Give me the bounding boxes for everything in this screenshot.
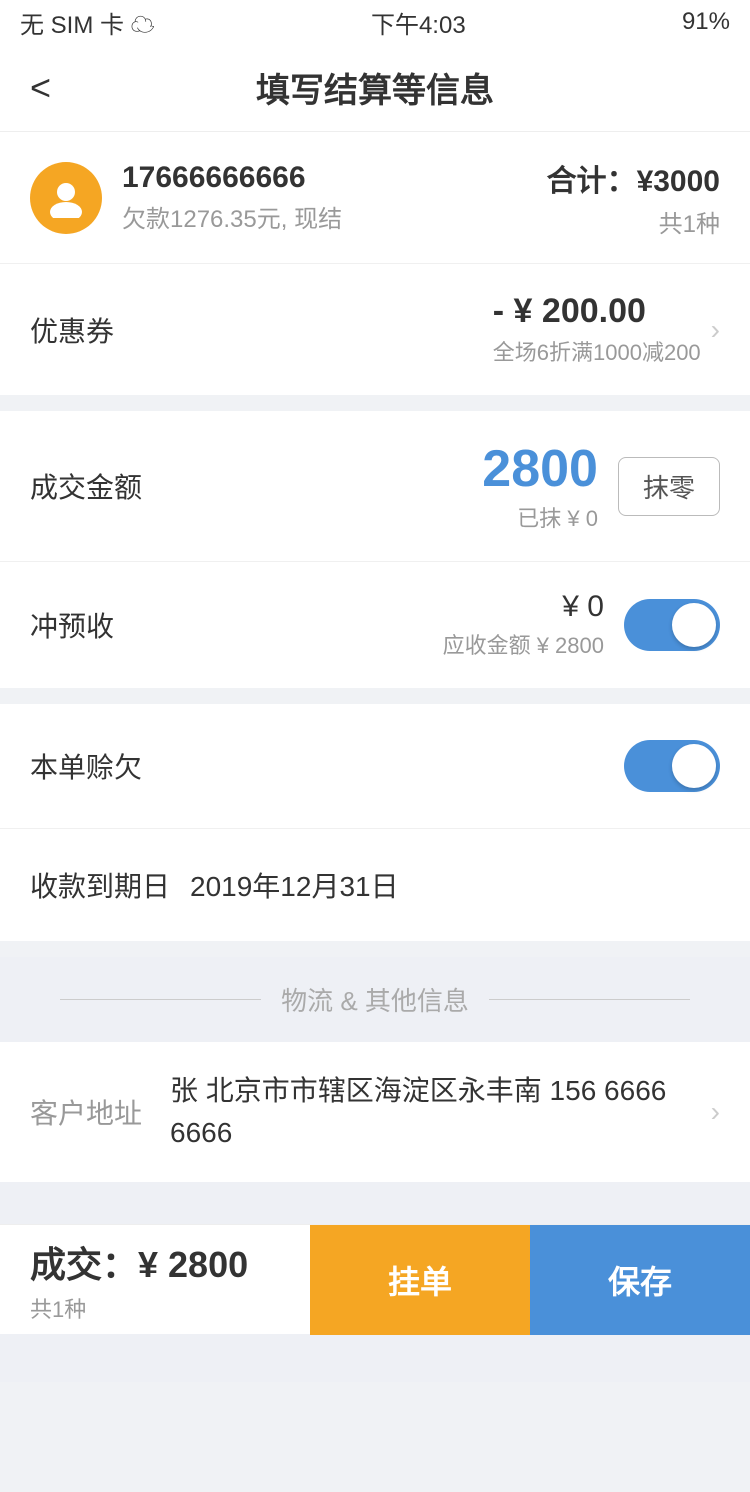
- debt-toggle-knob: [672, 744, 716, 788]
- prereceive-amount-block: ¥ 0 应收金额 ¥ 2800: [443, 590, 604, 660]
- deal-amount-row: 成交金额 2800 已抹 ¥ 0 抹零: [0, 411, 750, 561]
- avatar-icon: [46, 178, 86, 218]
- bottom-summary: 成交：¥ 2800 共1种: [0, 1236, 310, 1324]
- bottom-count: 共1种: [30, 1292, 280, 1324]
- divider-line-right: [489, 999, 690, 1000]
- coupon-row[interactable]: 优惠券 - ¥ 200.00 全场6折满1000减200 ›: [0, 263, 750, 395]
- total-amount: 合计：¥3000: [547, 156, 720, 200]
- sim-status: 无 SIM 卡 ☁: [20, 5, 155, 40]
- nav-bar: < 填写结算等信息: [0, 44, 750, 132]
- status-right: 91%: [682, 8, 730, 36]
- deal-amount-sub: 已抹 ¥ 0: [482, 501, 598, 533]
- customer-phone: 17666666666: [122, 161, 547, 195]
- bottom-deal: 成交：¥ 2800: [30, 1236, 280, 1288]
- prereceive-right: ¥ 0 应收金额 ¥ 2800: [443, 590, 720, 660]
- coupon-amount: - ¥ 200.00: [493, 292, 701, 331]
- prereceive-row: 冲预收 ¥ 0 应收金额 ¥ 2800: [0, 561, 750, 688]
- debt-row: 本单赊欠: [0, 704, 750, 828]
- prereceive-amount: ¥ 0: [443, 590, 604, 624]
- address-section: 客户地址 张 北京市市辖区海淀区永丰南 156 6666 6666 ›: [0, 1042, 750, 1182]
- prereceive-sub: 应收金额 ¥ 2800: [443, 628, 604, 660]
- save-button[interactable]: 保存: [530, 1225, 750, 1335]
- pending-button[interactable]: 挂单: [310, 1225, 530, 1335]
- customer-section: 17666666666 欠款1276.35元, 现结 合计：¥3000 共1种 …: [0, 132, 750, 395]
- debt-label: 本单赊欠: [30, 746, 624, 786]
- round-button[interactable]: 抹零: [618, 457, 720, 516]
- address-row[interactable]: 客户地址 张 北京市市辖区海淀区永丰南 156 6666 6666 ›: [0, 1042, 750, 1182]
- prereceive-label: 冲预收: [30, 605, 443, 645]
- duedate-row: 收款到期日 2019年12月31日: [0, 828, 750, 941]
- divider-text: 物流 & 其他信息: [281, 981, 469, 1018]
- debt-toggle[interactable]: [624, 740, 720, 792]
- status-time: 下午4:03: [371, 5, 466, 40]
- deal-amount-label: 成交金额: [30, 466, 482, 506]
- coupon-arrow: ›: [711, 314, 720, 346]
- deal-amount-value: 2800: [482, 439, 598, 499]
- logistics-divider: 物流 & 其他信息: [0, 957, 750, 1042]
- duedate-value: 2019年12月31日: [190, 865, 399, 905]
- deal-section: 成交金额 2800 已抹 ¥ 0 抹零 冲预收 ¥ 0 应收金额 ¥ 2800: [0, 411, 750, 688]
- address-label: 客户地址: [30, 1092, 170, 1132]
- avatar: [30, 162, 102, 234]
- duedate-label: 收款到期日: [30, 865, 170, 905]
- debt-section: 本单赊欠 收款到期日 2019年12月31日: [0, 704, 750, 941]
- bottom-bar: 成交：¥ 2800 共1种 挂单 保存: [0, 1224, 750, 1334]
- battery-status: 91%: [682, 8, 730, 36]
- customer-info: 17666666666 欠款1276.35元, 现结: [122, 161, 547, 234]
- back-button[interactable]: <: [30, 67, 51, 109]
- status-bar: 无 SIM 卡 ☁ 下午4:03 91%: [0, 0, 750, 44]
- deal-right: 2800 已抹 ¥ 0 抹零: [482, 439, 720, 533]
- coupon-label: 优惠券: [30, 310, 493, 350]
- page-title: 填写结算等信息: [256, 63, 494, 112]
- coupon-sub: 全场6折满1000减200: [493, 335, 701, 367]
- customer-sub: 欠款1276.35元, 现结: [122, 199, 547, 234]
- toggle-knob: [672, 603, 716, 647]
- address-arrow: ›: [711, 1096, 720, 1128]
- address-value: 张 北京市市辖区海淀区永丰南 156 6666 6666: [170, 1070, 701, 1154]
- status-left: 无 SIM 卡 ☁: [20, 5, 155, 40]
- customer-row: 17666666666 欠款1276.35元, 现结 合计：¥3000 共1种: [0, 132, 750, 263]
- prereceive-toggle[interactable]: [624, 599, 720, 651]
- divider-line-left: [60, 999, 261, 1000]
- customer-total: 合计：¥3000 共1种: [547, 156, 720, 239]
- total-count: 共1种: [547, 204, 720, 239]
